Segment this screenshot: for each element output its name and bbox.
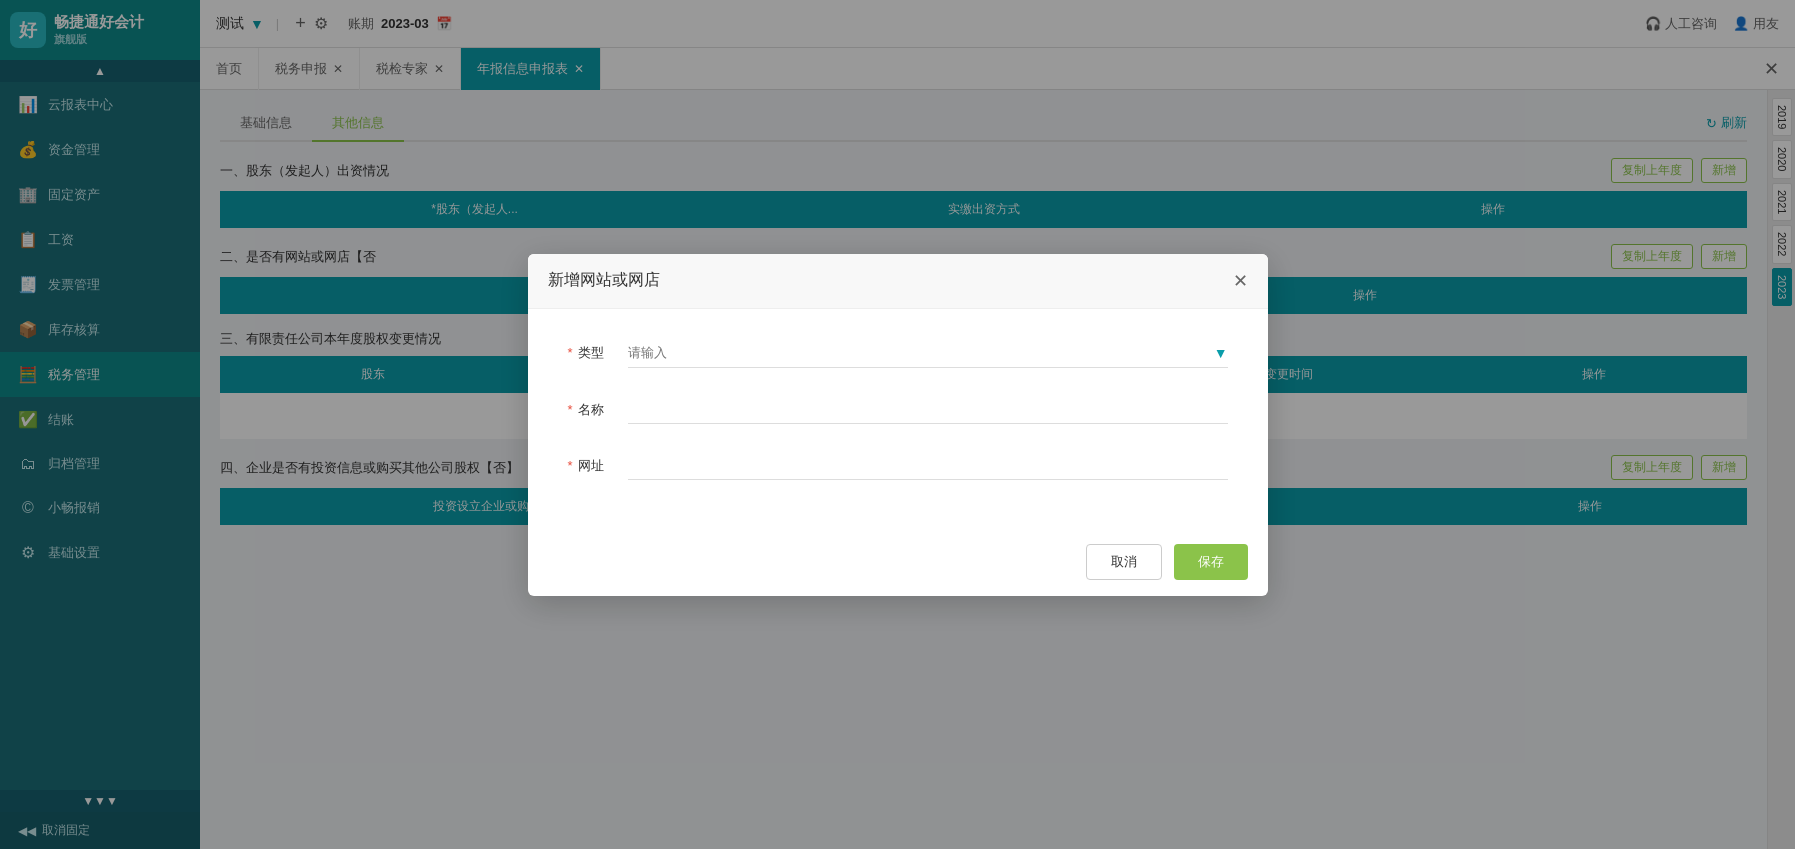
form-row-name: * 名称 <box>568 396 1228 424</box>
dialog-body: * 类型 ▼ * 名称 * 网址 <box>528 309 1268 528</box>
url-input[interactable] <box>628 452 1228 480</box>
save-button[interactable]: 保存 <box>1174 544 1248 580</box>
type-label-text: 类型 <box>578 345 604 360</box>
dialog-footer: 取消 保存 <box>528 528 1268 596</box>
type-select-wrapper: ▼ <box>628 339 1228 368</box>
type-required-star: * <box>568 345 573 360</box>
form-row-url: * 网址 <box>568 452 1228 480</box>
cancel-button[interactable]: 取消 <box>1086 544 1162 580</box>
add-website-dialog: 新增网站或网店 ✕ * 类型 ▼ * 名称 <box>528 254 1268 596</box>
dialog-close-button[interactable]: ✕ <box>1233 270 1248 292</box>
name-label: * 名称 <box>568 401 628 419</box>
form-row-type: * 类型 ▼ <box>568 339 1228 368</box>
name-input[interactable] <box>628 396 1228 424</box>
dialog-overlay: 新增网站或网店 ✕ * 类型 ▼ * 名称 <box>0 0 1795 849</box>
type-label: * 类型 <box>568 344 628 362</box>
url-required-star: * <box>568 458 573 473</box>
name-label-text: 名称 <box>578 402 604 417</box>
dialog-title: 新增网站或网店 <box>548 270 660 291</box>
type-select-input[interactable] <box>628 345 1214 360</box>
url-label-text: 网址 <box>578 458 604 473</box>
dialog-header: 新增网站或网店 ✕ <box>528 254 1268 309</box>
url-label: * 网址 <box>568 457 628 475</box>
type-dropdown-icon[interactable]: ▼ <box>1214 345 1228 361</box>
name-required-star: * <box>568 402 573 417</box>
